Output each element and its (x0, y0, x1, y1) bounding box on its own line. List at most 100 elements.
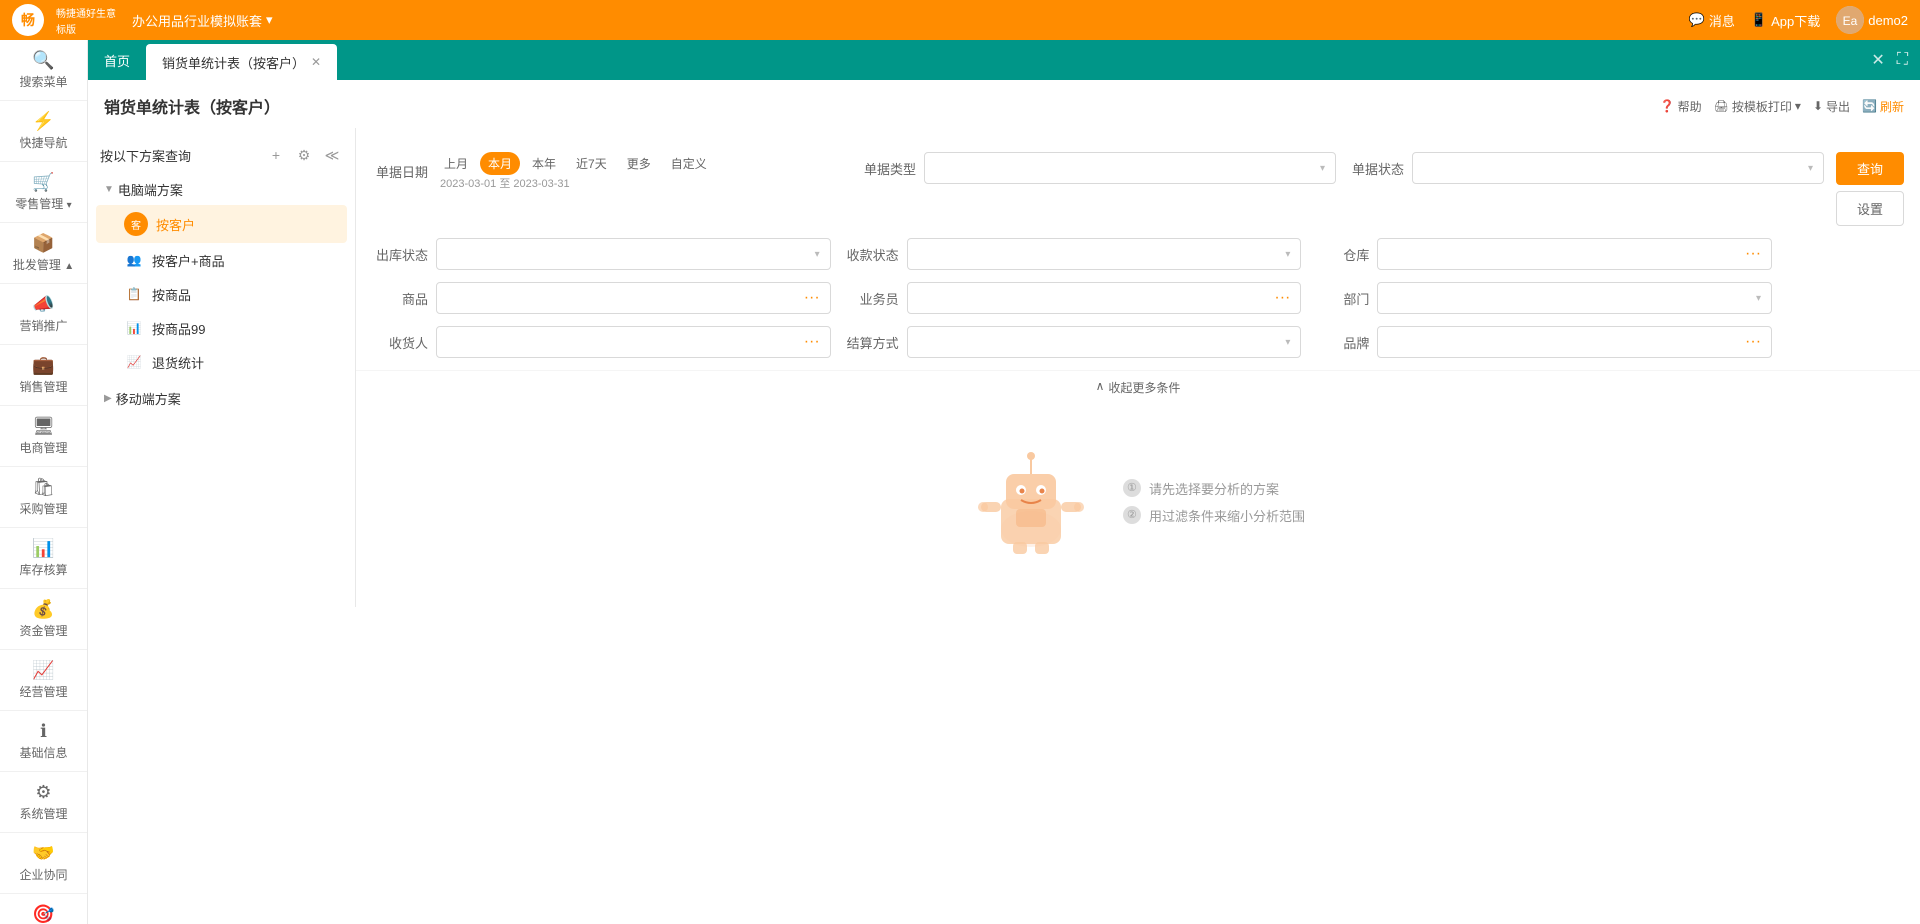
settings-scheme-button[interactable]: ⚙ (293, 144, 315, 166)
message-button[interactable]: 💬 消息 (1689, 11, 1735, 30)
sidebar-item-operations[interactable]: 📈 经营管理 (0, 650, 87, 711)
help-label: 帮助 (1678, 98, 1702, 115)
logo-subtitle: 标版 (56, 21, 116, 36)
tab-home[interactable]: 首页 (88, 40, 146, 80)
salesman-input[interactable]: ··· (907, 282, 1302, 314)
refresh-icon: 🔄 (1862, 99, 1877, 113)
receipt-status-label: 收款状态 (843, 245, 899, 264)
scheme-item-by-customer[interactable]: 客 按客户 (96, 205, 347, 243)
brand-dots-icon: ··· (1745, 334, 1761, 350)
receipt-status-input[interactable]: ▾ (907, 238, 1302, 270)
sales-icon: 💼 (4, 355, 83, 376)
tab-close-icon[interactable]: ✕ (311, 55, 321, 69)
dept-dropdown-icon: ▾ (1756, 293, 1761, 304)
top-title-text: 办公用品行业模拟账套 (132, 11, 262, 30)
sidebar-inventory-label: 库存核算 (19, 563, 67, 577)
date-btn-last-month[interactable]: 上月 (436, 152, 476, 175)
sidebar-item-wholesale[interactable]: 📦 批发管理 ▲ (0, 223, 87, 284)
help-button[interactable]: ❓ 帮助 (1660, 98, 1702, 115)
brand-label: 品牌 (1313, 333, 1369, 352)
refresh-button[interactable]: 🔄 刷新 (1862, 98, 1904, 115)
tab-close-window-button[interactable]: ✕ (1867, 46, 1888, 74)
print-button[interactable]: 🖨 按模板打印 ▾ (1714, 98, 1801, 115)
scheme-item-return-stat[interactable]: 📈 退货统计 (96, 345, 347, 379)
tip-text-1: 请先选择要分析的方案 (1149, 479, 1279, 498)
collapse-bar[interactable]: ∧ 收起更多条件 (356, 370, 1920, 404)
type-filter-label: 单据类型 (860, 159, 916, 178)
sidebar-item-ecommerce[interactable]: 🖥 电商管理 (0, 406, 87, 467)
help-icon: ❓ (1660, 99, 1675, 113)
scheme-label-by-goods: 按商品 (152, 285, 191, 304)
sidebar-item-inventory[interactable]: 📊 库存核算 (0, 528, 87, 589)
type-filter-dropdown-icon: ▾ (1320, 163, 1325, 174)
scheme-label-return-stat: 退货统计 (152, 353, 204, 372)
goods-dots-icon: ··· (804, 290, 820, 306)
settings-icon: ⚙ (298, 147, 311, 164)
sidebar-item-system[interactable]: ⚙ 系统管理 (0, 772, 87, 833)
tab-sales-stat[interactable]: 销货单统计表（按客户） ✕ (146, 44, 337, 80)
dept-input[interactable]: ▾ (1377, 282, 1772, 314)
wholesale-icon: 📦 (4, 233, 83, 254)
sidebar-item-sales[interactable]: 💼 销售管理 (0, 345, 87, 406)
out-status-input[interactable]: ▾ (436, 238, 831, 270)
main-layout: 🔍 搜索菜单 ⚡ 快捷导航 🛒 零售管理 ▾ 📦 批发管理 ▲ 📣 营销推广 (0, 40, 1920, 924)
collapse-panel-button[interactable]: ≪ (321, 144, 343, 166)
logo-area: 畅 (12, 4, 44, 36)
filter-row-2: 出库状态 ▾ 收款状态 (356, 226, 1920, 270)
scheme-icon-by-customer-goods: 👥 (124, 250, 144, 270)
date-btn-custom[interactable]: 自定义 (663, 152, 715, 175)
type-filter-input[interactable]: ▾ (924, 152, 1336, 184)
recipient-input[interactable]: ··· (436, 326, 831, 358)
warehouse-input[interactable]: ··· (1377, 238, 1772, 270)
sidebar-item-enterprise[interactable]: 🤝 企业协同 (0, 833, 87, 894)
collapse-label: 收起更多条件 (1108, 379, 1180, 396)
user-menu[interactable]: Ea demo2 (1836, 6, 1908, 34)
search-icon: 🔍 (4, 50, 83, 71)
settlement-input[interactable]: ▾ (907, 326, 1302, 358)
tab-maximize-button[interactable]: ⛶ (1893, 47, 1912, 73)
scheme-group-desktop-title[interactable]: ▼ 电脑端方案 (96, 174, 347, 205)
wholesale-expand-icon: ▲ (64, 261, 74, 272)
scheme-icon-by-goods: 📋 (124, 284, 144, 304)
date-btn-this-year[interactable]: 本年 (524, 152, 564, 175)
empty-state-area: ① 请先选择要分析的方案 ② 用过滤条件来缩小分析范围 (356, 404, 1920, 607)
group-desktop-label: 电脑端方案 (118, 180, 183, 199)
date-btn-last-7[interactable]: 近7天 (568, 152, 615, 175)
recipient-label: 收货人 (372, 333, 428, 352)
tip-num-2: ② (1123, 506, 1141, 524)
sidebar-item-quick-nav[interactable]: ⚡ 快捷导航 (0, 101, 87, 162)
date-btn-more[interactable]: 更多 (619, 152, 659, 175)
sidebar-item-finance[interactable]: 💰 资金管理 (0, 589, 87, 650)
filter-row-4: 收货人 ··· 结算方式 (356, 314, 1920, 358)
filter-section: 单据日期 上月 本月 本年 近7天 更多 自定义 (356, 128, 1920, 404)
sidebar-item-search-menu[interactable]: 🔍 搜索菜单 (0, 40, 87, 101)
sidebar-item-newbie[interactable]: 🎯 新手引导 (0, 894, 87, 924)
dept-label: 部门 (1313, 289, 1369, 308)
filter-row-1: 单据日期 上月 本月 本年 近7天 更多 自定义 (356, 140, 1920, 226)
sidebar-item-basic[interactable]: ℹ 基础信息 (0, 711, 87, 772)
export-button[interactable]: ⬇ 导出 (1813, 98, 1850, 115)
top-bar-title[interactable]: 办公用品行业模拟账套 ▾ (132, 11, 273, 30)
status-filter-input[interactable]: ▾ (1412, 152, 1824, 184)
scheme-label-by-customer: 按客户 (156, 215, 195, 234)
scheme-item-by-goods-99[interactable]: 📊 按商品99 (96, 311, 347, 345)
sidebar-item-marketing[interactable]: 📣 营销推广 (0, 284, 87, 345)
brand-input[interactable]: ··· (1377, 326, 1772, 358)
goods-input[interactable]: ··· (436, 282, 831, 314)
refresh-label: 刷新 (1880, 98, 1904, 115)
query-button[interactable]: 查询 (1836, 152, 1904, 185)
date-btn-this-month[interactable]: 本月 (480, 152, 520, 175)
scheme-item-by-customer-goods[interactable]: 👥 按客户+商品 (96, 243, 347, 277)
print-dropdown-icon: ▾ (1795, 99, 1801, 113)
sidebar-item-purchase[interactable]: 🛍 采购管理 (0, 467, 87, 528)
add-scheme-button[interactable]: + (265, 144, 287, 166)
sidebar-item-retail[interactable]: 🛒 零售管理 ▾ (0, 162, 87, 223)
scheme-item-by-goods[interactable]: 📋 按商品 (96, 277, 347, 311)
scheme-group-mobile: ▶ 移动端方案 (88, 383, 355, 414)
finance-icon: 💰 (4, 599, 83, 620)
setting-button[interactable]: 设置 (1836, 191, 1904, 226)
sidebar-marketing-label: 营销推广 (19, 319, 67, 333)
inventory-icon: 📊 (4, 538, 83, 559)
scheme-group-mobile-title[interactable]: ▶ 移动端方案 (96, 383, 347, 414)
app-download-button[interactable]: 📱 App下载 (1751, 11, 1820, 30)
